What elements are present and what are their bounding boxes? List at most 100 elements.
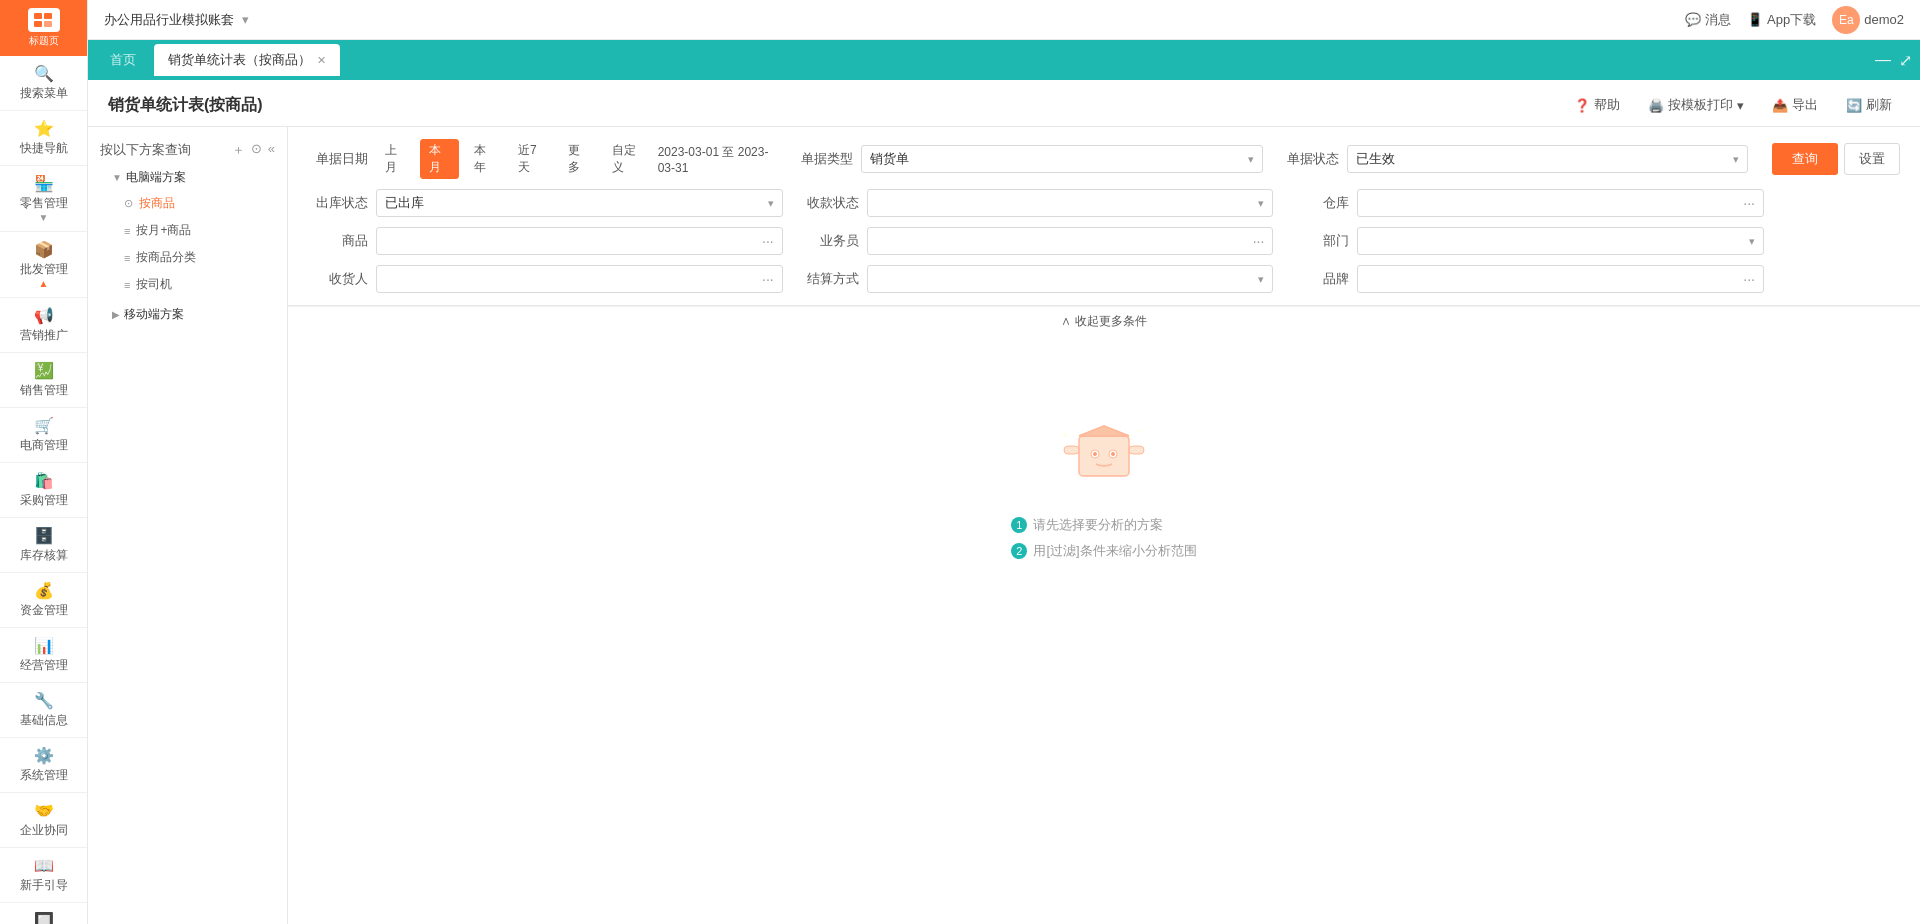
- star-icon: ⭐: [34, 119, 54, 138]
- print-button[interactable]: 🖨️ 按模板打印 ▾: [1640, 92, 1752, 118]
- topbar-title: 办公用品行业模拟账套: [104, 11, 234, 29]
- dept-select[interactable]: ▾: [1357, 227, 1764, 255]
- sidebar-item-operations[interactable]: 📊 经营管理: [0, 628, 88, 683]
- scheme-group-mobile-title[interactable]: ▶ 移动端方案: [88, 302, 287, 327]
- finance-icon: 💰: [34, 581, 54, 600]
- svg-point-11: [1111, 452, 1115, 456]
- svg-rect-3: [44, 21, 52, 27]
- sidebar-item-guide[interactable]: 📖 新手引导: [0, 848, 88, 903]
- date-btn-this-month[interactable]: 本月: [420, 139, 458, 179]
- scheme-item-by-month-goods[interactable]: ≡ 按月+商品: [88, 217, 287, 244]
- inventory-icon: 🗄️: [34, 526, 54, 545]
- collapse-panel-icon[interactable]: «: [268, 141, 275, 159]
- out-status-label: 出库状态: [308, 194, 368, 212]
- add-scheme-icon[interactable]: ＋: [232, 141, 245, 159]
- single-type-select[interactable]: 销货单 ▾: [861, 145, 1262, 173]
- guide-icon: 📖: [34, 856, 54, 875]
- sidebar-item-enterprise[interactable]: 🤝 企业协同: [0, 793, 88, 848]
- scheme-item-by-category[interactable]: ≡ 按商品分类: [88, 244, 287, 271]
- warehouse-dots-icon[interactable]: ···: [1743, 195, 1755, 211]
- svg-rect-0: [34, 13, 42, 19]
- page-header: 销货单统计表(按商品) ❓ 帮助 🖨️ 按模板打印 ▾ 📤 导出 🔄 刷新: [88, 80, 1920, 127]
- settings-button[interactable]: 设置: [1844, 143, 1900, 175]
- date-btn-7days[interactable]: 近7天: [509, 139, 553, 179]
- out-status-select[interactable]: 已出库 ▾: [376, 189, 783, 217]
- help-button[interactable]: ❓ 帮助: [1566, 92, 1628, 118]
- sidebar-item-ecommerce[interactable]: 🛒 电商管理: [0, 408, 88, 463]
- refresh-icon: 🔄: [1846, 98, 1862, 113]
- export-button[interactable]: 📤 导出: [1764, 92, 1826, 118]
- empty-tips: 1 请先选择要分析的方案 2 用[过滤]条件来缩小分析范围: [1011, 512, 1196, 564]
- logo-icon: [28, 8, 60, 32]
- scheme-group-pc-title[interactable]: ▼ 电脑端方案: [88, 165, 287, 190]
- scheme-icon-category: ≡: [124, 252, 130, 264]
- tabbar: 首页 销货单统计表（按商品） ✕ — ⤢: [88, 40, 1920, 80]
- sidebar-item-wholesale[interactable]: 📦 批发管理 ▲: [0, 232, 88, 298]
- payment-method-select[interactable]: ▾: [867, 265, 1274, 293]
- wholesale-icon: 📦: [34, 240, 54, 259]
- receiver-label: 收货人: [308, 270, 368, 288]
- brand-dots-icon[interactable]: ···: [1743, 271, 1755, 287]
- svg-rect-4: [1079, 436, 1129, 476]
- user-avatar[interactable]: Ea demo2: [1832, 6, 1904, 34]
- dept-dropdown-icon: ▾: [1749, 235, 1755, 248]
- collapse-more-bar[interactable]: ∧ 收起更多条件: [288, 306, 1920, 336]
- topbar-dropdown[interactable]: ▾: [242, 12, 249, 27]
- sidebar-item-search[interactable]: 🔍 搜索菜单: [0, 56, 88, 111]
- receiver-select[interactable]: ···: [376, 265, 783, 293]
- sidebar-item-inventory[interactable]: 🗄️ 库存核算: [0, 518, 88, 573]
- query-area: 单据日期 上月 本月 本年 近7天 更多 自定义 2023-03-01 至 20…: [288, 127, 1920, 924]
- tab-sales-stat[interactable]: 销货单统计表（按商品） ✕: [154, 44, 340, 76]
- salesperson-dots-icon[interactable]: ···: [1253, 233, 1265, 249]
- tab-minimize-icon[interactable]: —: [1875, 51, 1891, 70]
- sidebar-item-system[interactable]: ⚙️ 系统管理: [0, 738, 88, 793]
- svg-text:✦: ✦: [1136, 429, 1141, 435]
- scheme-group-mobile: ▶ 移动端方案: [88, 302, 287, 327]
- query-button[interactable]: 查询: [1772, 143, 1838, 175]
- tab-close-icon[interactable]: ✕: [317, 54, 326, 67]
- payment-status-select[interactable]: ▾: [867, 189, 1274, 217]
- edit-scheme-icon[interactable]: ⊙: [251, 141, 262, 159]
- sidebar-item-finance[interactable]: 💰 资金管理: [0, 573, 88, 628]
- message-button[interactable]: 💬 消息: [1685, 11, 1731, 29]
- date-btn-more[interactable]: 更多: [559, 139, 597, 179]
- message-icon: 💬: [1685, 12, 1701, 27]
- salesperson-select[interactable]: ···: [867, 227, 1274, 255]
- warehouse-select[interactable]: ···: [1357, 189, 1764, 217]
- purchase-icon: 🛍️: [34, 471, 54, 490]
- date-btn-this-year[interactable]: 本年: [465, 139, 503, 179]
- svg-point-10: [1093, 452, 1097, 456]
- tip-item-1: 1 请先选择要分析的方案: [1011, 512, 1196, 538]
- logo-text: 标题页: [29, 34, 59, 48]
- print-dropdown-icon[interactable]: ▾: [1737, 98, 1744, 113]
- scheme-item-by-cashier[interactable]: ≡ 按司机: [88, 271, 287, 298]
- retail-icon: 🏪: [34, 174, 54, 193]
- brand-label: 品牌: [1289, 270, 1349, 288]
- topbar: 办公用品行业模拟账套 ▾ 💬 消息 📱 App下载 Ea demo2: [88, 0, 1920, 40]
- sidebar-item-basic[interactable]: 🔧 基础信息: [0, 683, 88, 738]
- date-btn-last-month[interactable]: 上月: [376, 139, 414, 179]
- scheme-item-by-goods[interactable]: ⊙ 按商品: [88, 190, 287, 217]
- sidebar-item-purchase[interactable]: 🛍️ 采购管理: [0, 463, 88, 518]
- brand-select[interactable]: ···: [1357, 265, 1764, 293]
- app-download-button[interactable]: 📱 App下载: [1747, 11, 1816, 29]
- sidebar-item-retail[interactable]: 🏪 零售管理 ▼: [0, 166, 88, 232]
- refresh-button[interactable]: 🔄 刷新: [1838, 92, 1900, 118]
- tab-expand-icon[interactable]: ⤢: [1899, 51, 1912, 70]
- goods-dots-icon[interactable]: ···: [762, 233, 774, 249]
- receiver-dots-icon[interactable]: ···: [762, 271, 774, 287]
- sidebar-item-marketing[interactable]: 📢 营销推广: [0, 298, 88, 353]
- sidebar-item-quicknav[interactable]: ⭐ 快捷导航: [0, 111, 88, 166]
- tab-home[interactable]: 首页: [96, 44, 150, 76]
- sidebar-item-appcenter[interactable]: 🔲 应用中心: [0, 903, 88, 924]
- svg-rect-2: [34, 21, 42, 27]
- single-status-select[interactable]: 已生效 ▾: [1347, 145, 1748, 173]
- payment-method-dropdown-icon: ▾: [1258, 273, 1264, 286]
- filter-panel: 按以下方案查询 ＋ ⊙ « ▼ 电脑端方案 ⊙ 按商品: [88, 127, 288, 924]
- arrow-right-icon: ▶: [112, 309, 120, 320]
- sidebar-item-sales[interactable]: 💹 销售管理: [0, 353, 88, 408]
- date-group: 上月 本月 本年 近7天 更多 自定义 2023-03-01 至 2023-03…: [376, 139, 777, 179]
- date-btn-custom[interactable]: 自定义: [603, 139, 651, 179]
- out-status-dropdown-icon: ▾: [768, 197, 774, 210]
- goods-select[interactable]: ···: [376, 227, 783, 255]
